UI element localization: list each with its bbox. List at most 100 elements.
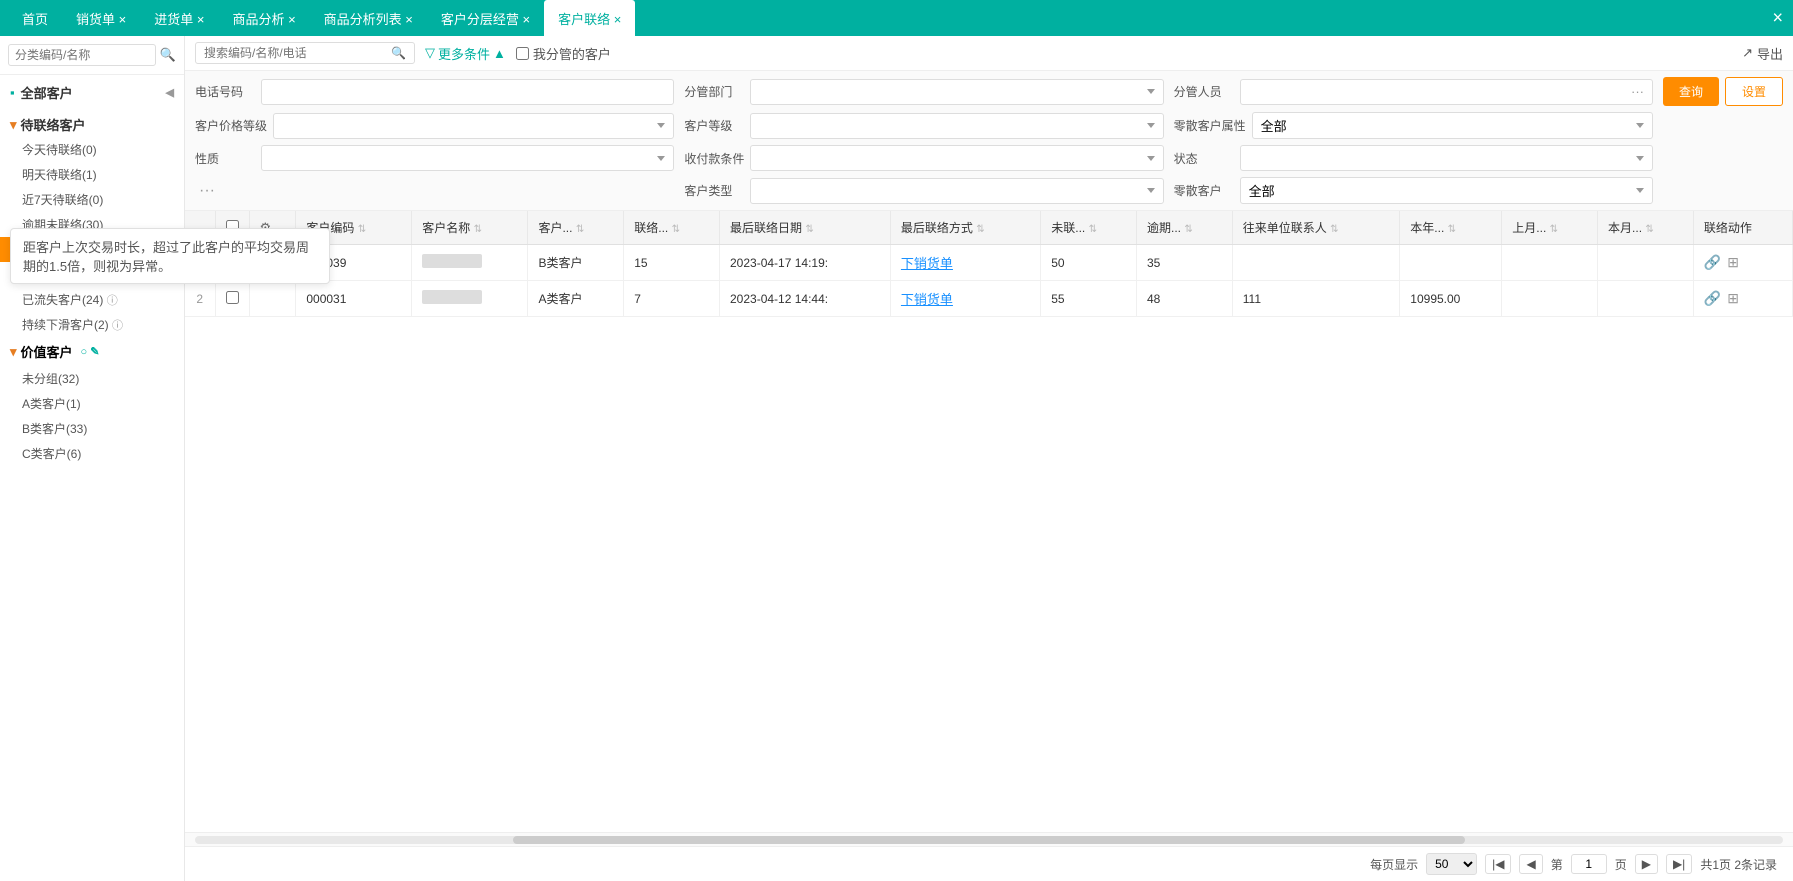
- price-level-select[interactable]: [273, 113, 674, 139]
- page-number-input[interactable]: [1571, 854, 1607, 874]
- scrollbar-thumb[interactable]: [513, 836, 1466, 844]
- sidebar-item-tomorrow[interactable]: 明天待联络(1): [0, 162, 184, 187]
- sidebar-collapse-icon: ◀: [166, 86, 174, 99]
- first-page-button[interactable]: |◀: [1485, 854, 1511, 874]
- sidebar-search-icon: 🔍: [160, 47, 176, 63]
- row-2-overdue: 48: [1137, 281, 1233, 317]
- col-type[interactable]: 客户... ⇅: [528, 211, 624, 245]
- nav-customer-contact[interactable]: 客户联络 ×: [544, 0, 635, 36]
- total-label: 共1页 2条记录: [1700, 856, 1777, 873]
- export-icon: ↗: [1742, 45, 1753, 61]
- row-2-type: A类客户: [528, 281, 624, 317]
- nature-select[interactable]: [261, 145, 674, 171]
- col-name[interactable]: 客户名称 ⇅: [412, 211, 528, 245]
- col-last-date[interactable]: 最后联络日期 ⇅: [720, 211, 891, 245]
- row-1-action: 🔗 ⊞: [1693, 245, 1792, 281]
- col-overdue[interactable]: 逾期... ⇅: [1137, 211, 1233, 245]
- row-2-contact: 7: [624, 281, 720, 317]
- prev-page-button[interactable]: ◀: [1519, 854, 1542, 874]
- nav-purchase[interactable]: 进货单 ×: [140, 0, 218, 36]
- nav-home[interactable]: 首页: [8, 0, 62, 36]
- filter-cust-type: 客户类型: [684, 178, 1163, 204]
- col-last-month[interactable]: 上月... ⇅: [1502, 211, 1598, 245]
- cust-level-label: 客户等级: [684, 117, 744, 134]
- per-page-label: 每页显示: [1370, 856, 1418, 873]
- sidebar-group-pending[interactable]: ▾ 待联络客户: [0, 110, 184, 137]
- search-input[interactable]: [204, 46, 387, 60]
- row-2-last-way: 下销货单: [890, 281, 1040, 317]
- price-level-label: 客户价格等级: [195, 117, 267, 134]
- edit-group-icon[interactable]: ○ ✎: [81, 345, 100, 358]
- sidebar-all-customers[interactable]: ▪ 全部客户 ◀: [0, 75, 184, 110]
- row-2-link-icon[interactable]: 🔗: [1704, 290, 1721, 307]
- filter-top-bar: 🔍 ▽ 更多条件 ▲ 我分管的客户 ↗ 导出: [185, 36, 1793, 71]
- col-this-month[interactable]: 本月... ⇅: [1598, 211, 1694, 245]
- filter-rows: 电话号码 分管部门 分管人员 ··· 查询 设置: [185, 71, 1793, 211]
- sidebar-item-churned[interactable]: 已流失客户(24) ⓘ: [0, 287, 184, 312]
- row-1-contact: 15: [624, 245, 720, 281]
- per-page-select[interactable]: 50 20 100: [1426, 853, 1477, 875]
- row-1-last-way-link[interactable]: 下销货单: [901, 256, 953, 271]
- row-checkbox-2: [215, 281, 249, 317]
- search-box: 🔍: [195, 42, 415, 64]
- sidebar-item-class-a[interactable]: A类客户(1): [0, 391, 184, 416]
- row-2-name: [412, 281, 528, 317]
- settings-button[interactable]: 设置: [1725, 77, 1783, 106]
- horizontal-scrollbar[interactable]: [185, 832, 1793, 846]
- status-select[interactable]: [1240, 145, 1653, 171]
- col-contact-person[interactable]: 往来单位联系人 ⇅: [1232, 211, 1400, 245]
- filter-dept: 分管部门: [684, 79, 1163, 105]
- row-1-link-icon[interactable]: 🔗: [1704, 254, 1721, 271]
- filter-row-4: ··· 客户类型 零散客户 全部: [195, 177, 1783, 204]
- scattered-select[interactable]: 全部: [1240, 177, 1653, 204]
- row-2-last-way-link[interactable]: 下销货单: [901, 292, 953, 307]
- page-label: 第: [1551, 856, 1563, 873]
- row-1-grid-icon[interactable]: ⊞: [1727, 254, 1739, 271]
- col-last-way[interactable]: 最后联络方式 ⇅: [890, 211, 1040, 245]
- row-1-last-way: 下销货单: [890, 245, 1040, 281]
- payment-select[interactable]: [750, 145, 1163, 171]
- dept-select[interactable]: [750, 79, 1163, 105]
- person-select[interactable]: ···: [1240, 79, 1653, 105]
- cust-type-label: 客户类型: [684, 182, 744, 199]
- col-this-year[interactable]: 本年... ⇅: [1400, 211, 1502, 245]
- nav-product-analysis[interactable]: 商品分析 ×: [218, 0, 309, 36]
- phone-input[interactable]: [261, 79, 674, 105]
- row-1-overdue: 35: [1137, 245, 1233, 281]
- filter-price-level: 客户价格等级: [195, 113, 674, 139]
- close-window-button[interactable]: ×: [1772, 8, 1783, 29]
- my-customers-checkbox[interactable]: [516, 47, 529, 60]
- cust-level-select[interactable]: [750, 113, 1163, 139]
- query-button[interactable]: 查询: [1663, 77, 1719, 106]
- top-nav: 首页 销货单 × 进货单 × 商品分析 × 商品分析列表 × 客户分层经营 × …: [0, 0, 1793, 36]
- more-dot-button[interactable]: ···: [195, 182, 219, 200]
- scattered-attr-select[interactable]: 全部: [1252, 112, 1653, 139]
- row-2-grid-icon[interactable]: ⊞: [1727, 290, 1739, 307]
- last-page-button[interactable]: ▶|: [1666, 854, 1692, 874]
- sidebar-item-class-c[interactable]: C类客户(6): [0, 441, 184, 466]
- filter-status: 状态: [1174, 145, 1653, 171]
- sidebar-item-class-b[interactable]: B类客户(33): [0, 416, 184, 441]
- nav-product-analysis-list[interactable]: 商品分析列表 ×: [310, 0, 427, 36]
- sidebar-item-7days[interactable]: 近7天待联络(0): [0, 187, 184, 212]
- main-layout: 🔍 ▪ 全部客户 ◀ ▾ 待联络客户 今天待联络(0) 明天待联络(1) 近7天…: [0, 36, 1793, 881]
- nav-sales[interactable]: 销货单 ×: [62, 0, 140, 36]
- page-unit-label: 页: [1615, 856, 1627, 873]
- filter-person: 分管人员 ···: [1174, 79, 1653, 105]
- table-area: ⚙ 客户编码 ⇅ 客户名称 ⇅ 客户... ⇅ 联络... ⇅ 最后联络日期 ⇅…: [185, 211, 1793, 832]
- more-conditions-button[interactable]: ▽ 更多条件 ▲: [425, 44, 506, 63]
- sidebar-item-today[interactable]: 今天待联络(0): [0, 137, 184, 162]
- col-contact[interactable]: 联络... ⇅: [624, 211, 720, 245]
- data-table: ⚙ 客户编码 ⇅ 客户名称 ⇅ 客户... ⇅ 联络... ⇅ 最后联络日期 ⇅…: [185, 211, 1793, 317]
- sidebar-search-area: 🔍: [0, 36, 184, 75]
- cust-type-select[interactable]: [750, 178, 1163, 204]
- next-page-button[interactable]: ▶: [1635, 854, 1658, 874]
- row-1-last-date: 2023-04-17 14:19:: [720, 245, 891, 281]
- col-uncontacted[interactable]: 未联... ⇅: [1041, 211, 1137, 245]
- sidebar-search-input[interactable]: [8, 44, 156, 66]
- row-2-checkbox[interactable]: [226, 291, 239, 304]
- sidebar-item-declining[interactable]: 持续下滑客户(2) ⓘ: [0, 312, 184, 337]
- export-button[interactable]: ↗ 导出: [1742, 44, 1783, 63]
- nav-customer-layering[interactable]: 客户分层经营 ×: [427, 0, 544, 36]
- sidebar-item-unclassified[interactable]: 未分组(32): [0, 366, 184, 391]
